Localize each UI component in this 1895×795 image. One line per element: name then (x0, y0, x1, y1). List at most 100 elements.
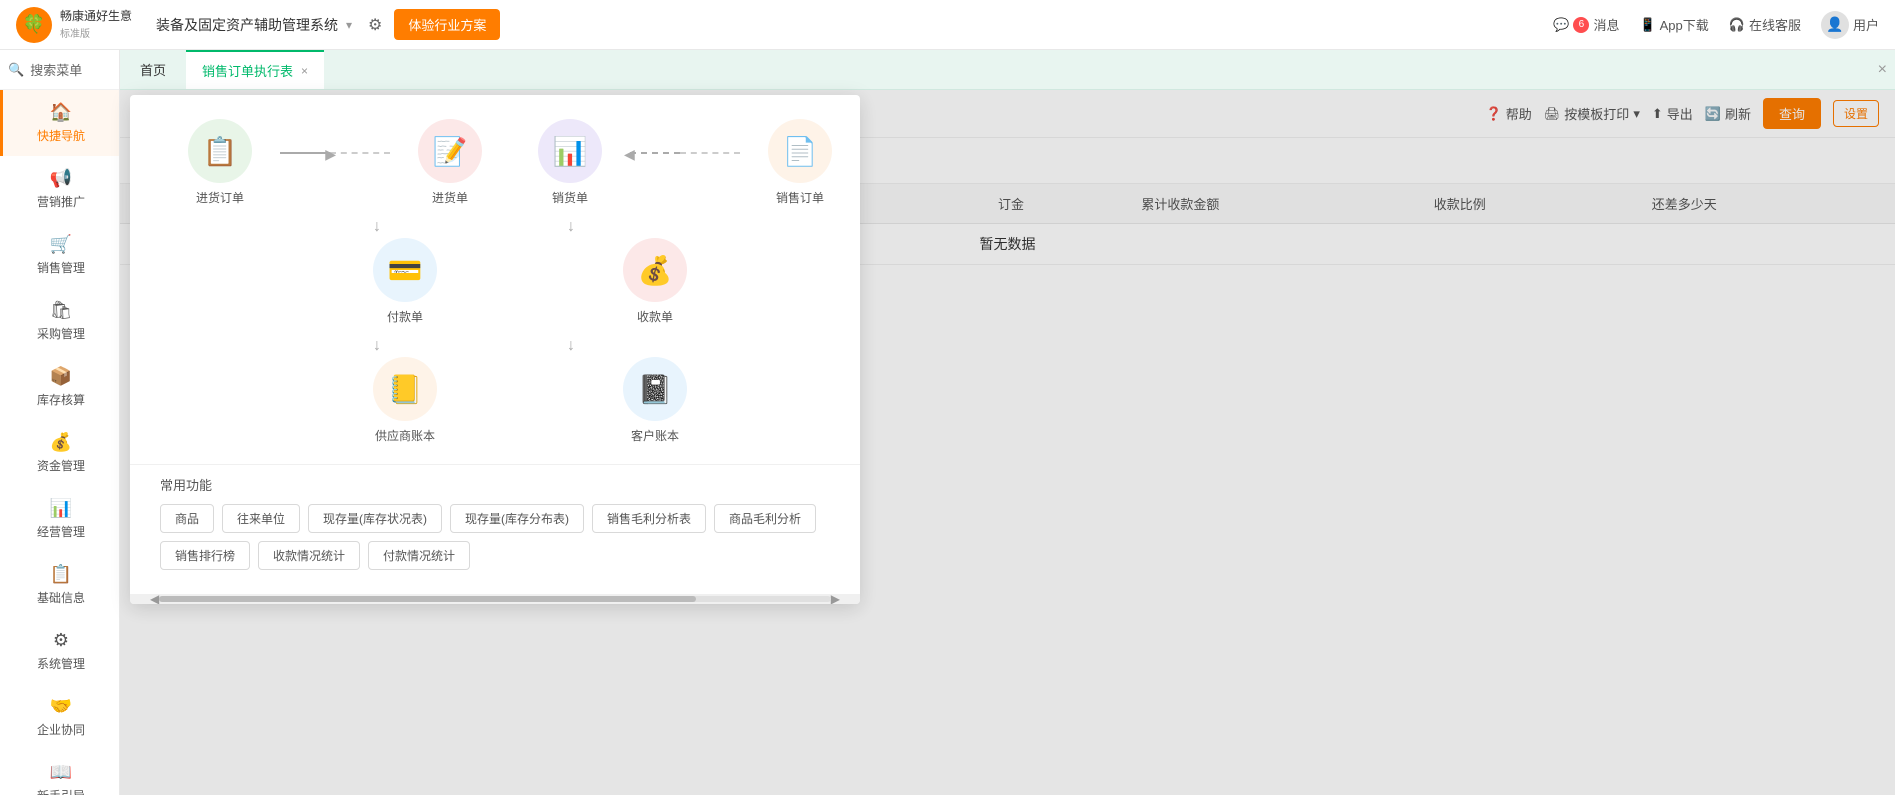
sidebar-item-inventory[interactable]: 📦 库存核算 (0, 354, 119, 420)
flow-item-receipt-bill[interactable]: 💰 收款单 (595, 238, 715, 325)
receipt-icon: 💰 (638, 254, 673, 287)
scrollbar-track[interactable] (159, 596, 831, 602)
flow-arrow-1: ▶ (280, 152, 390, 174)
sidebar-item-sales[interactable]: 🛒 销售管理 (0, 222, 119, 288)
settings-icon[interactable]: ⚙ (368, 15, 382, 35)
flow-item-sales-bill[interactable]: 📊 销货单 (510, 119, 630, 206)
app-download-label: App下载 (1660, 15, 1709, 34)
common-btn-7[interactable]: 收款情况统计 (258, 541, 360, 570)
flow-label-customer: 客户账本 (631, 427, 679, 444)
sidebar-item-enterprise[interactable]: 🤝 企业协同 (0, 684, 119, 750)
tab-sales-order[interactable]: 销售订单执行表 × (186, 50, 324, 89)
modal-scrollbar[interactable]: ◀ ▶ (130, 594, 860, 604)
down-arrow-supplier: ↓ (345, 337, 409, 355)
page-content: ❓ 帮助 🖨 按模板打印 ▾ ⬆ 导出 🔄 刷新 查询 设置 (120, 90, 1895, 795)
flow-label-supplier: 供应商账本 (375, 427, 435, 444)
sidebar-label-inventory: 库存核算 (37, 391, 85, 408)
app-download-item[interactable]: 📱 App下载 (1639, 15, 1708, 34)
search-icon: 🔍 (8, 62, 24, 78)
scroll-left-arrow[interactable]: ◀ (150, 592, 159, 604)
payment-icon: 💳 (388, 254, 423, 287)
flow-circle-customer: 📓 (623, 357, 687, 421)
system-title: 装备及固定资产辅助管理系统 (156, 15, 338, 35)
flow-item-purchase-bill[interactable]: 📝 进货单 (390, 119, 510, 206)
flow-circle-purchase-bill: 📝 (418, 119, 482, 183)
common-btn-1[interactable]: 往来单位 (222, 504, 300, 533)
enterprise-icon: 🤝 (50, 696, 72, 717)
common-btn-6[interactable]: 销售排行榜 (160, 541, 250, 570)
user-item[interactable]: 👤 用户 (1821, 11, 1879, 39)
customer-icon: 📓 (638, 373, 673, 406)
message-icon: 💬 (1553, 17, 1569, 33)
sidebar-search[interactable]: 🔍 搜索菜单 (0, 50, 119, 90)
sidebar-item-guide[interactable]: 📖 新手引导 (0, 750, 119, 795)
common-btns-row-1: 商品往来单位现存量(库存状况表) 现存量(库存分布表) 销售毛利分析表商品毛利分析销… (160, 504, 830, 570)
sidebar-item-purchase[interactable]: 🛍 采购管理 (0, 288, 119, 354)
guide-icon: 📖 (50, 762, 72, 783)
flow-label-receipt: 收款单 (637, 308, 673, 325)
sidebar-label-purchase: 采购管理 (37, 325, 85, 342)
marketing-icon: 📢 (50, 168, 72, 189)
operations-icon: 📊 (50, 498, 72, 519)
common-btn-0[interactable]: 商品 (160, 504, 214, 533)
system-title-area: 装备及固定资产辅助管理系统 ▾ ⚙ (156, 15, 382, 35)
tab-home[interactable]: 首页 (120, 50, 186, 89)
flow-circle-sales-bill: 📊 (538, 119, 602, 183)
flow-arrow-2: ◀ (630, 152, 740, 174)
sidebar-item-finance[interactable]: 💰 资金管理 (0, 420, 119, 486)
flow-item-payment-bill[interactable]: 💳 付款单 (345, 238, 465, 325)
flow-circle-payment: 💳 (373, 238, 437, 302)
message-badge: 6 (1573, 17, 1589, 33)
flow-item-customer-ledger[interactable]: 📓 客户账本 (595, 357, 715, 444)
flow-item-supplier-ledger[interactable]: 📒 供应商账本 (345, 357, 465, 444)
common-btn-4[interactable]: 销售毛利分析表 (592, 504, 706, 533)
system-icon: ⚙ (53, 630, 69, 651)
tab-close-icon[interactable]: × (301, 64, 308, 78)
close-all-button[interactable]: × (1878, 61, 1887, 79)
purchase-icon: 🛍 (50, 300, 73, 321)
down-arrow-receipt: ↓ (539, 218, 603, 236)
message-item[interactable]: 💬 6 消息 (1553, 15, 1619, 34)
sidebar-item-quick-nav[interactable]: 🏠 快捷导航 (0, 90, 119, 156)
down-arrow-payment: ↓ (345, 218, 409, 236)
user-name: 用户 (1853, 15, 1879, 34)
sidebar-item-base-info[interactable]: 📋 基础信息 (0, 552, 119, 618)
main-layout: 🔍 搜索菜单 🏠 快捷导航 📢 营销推广 🛒 销售管理 🛍 采购管理 📦 库存核… (0, 50, 1895, 795)
purchase-bill-icon: 📝 (433, 135, 468, 168)
online-service-item[interactable]: 🎧 在线客服 (1729, 15, 1801, 34)
flow-circle-purchase-order: 📋 (188, 119, 252, 183)
phone-icon: 📱 (1639, 17, 1655, 33)
system-dropdown-icon[interactable]: ▾ (346, 18, 352, 32)
purchase-order-icon: 📋 (203, 135, 238, 168)
common-btn-2[interactable]: 现存量(库存状况表) (308, 504, 442, 533)
headset-icon: 🎧 (1729, 17, 1745, 33)
trial-button[interactable]: 体验行业方案 (394, 9, 500, 40)
sidebar-item-marketing[interactable]: 📢 营销推广 (0, 156, 119, 222)
flow-item-purchase-order[interactable]: 📋 进货订单 (160, 119, 280, 206)
flow-label-sales-order: 销售订单 (776, 189, 824, 206)
scroll-right-arrow[interactable]: ▶ (831, 592, 840, 604)
common-btn-3[interactable]: 现存量(库存分布表) (450, 504, 584, 533)
flow-circle-sales-order: 📄 (768, 119, 832, 183)
sidebar-label-guide: 新手引导 (37, 787, 85, 795)
sidebar-label-system: 系统管理 (37, 655, 85, 672)
flow-row-2: 💳 付款单 💰 收款单 (160, 238, 830, 325)
flow-item-sales-order[interactable]: 📄 销售订单 (740, 119, 860, 206)
sidebar-item-operations[interactable]: 📊 经营管理 (0, 486, 119, 552)
online-service-label: 在线客服 (1749, 15, 1801, 34)
scrollbar-thumb[interactable] (159, 596, 696, 602)
flow-label-payment: 付款单 (387, 308, 423, 325)
sidebar-label-operations: 经营管理 (37, 523, 85, 540)
flow-label-purchase-bill: 进货单 (432, 189, 468, 206)
message-label: 消息 (1593, 15, 1619, 34)
flow-row-3: 📒 供应商账本 📓 客户账本 (160, 357, 830, 444)
flow-label-sales-bill: 销货单 (552, 189, 588, 206)
common-btn-8[interactable]: 付款情况统计 (368, 541, 470, 570)
flow-circle-receipt: 💰 (623, 238, 687, 302)
common-btn-5[interactable]: 商品毛利分析 (714, 504, 816, 533)
sales-order-icon: 📄 (783, 135, 818, 168)
tab-bar: 首页 销售订单执行表 × × (120, 50, 1895, 90)
sidebar-item-system[interactable]: ⚙ 系统管理 (0, 618, 119, 684)
logo-line1: 畅康通好生意 (60, 9, 132, 25)
flow-row-1: 📋 进货订单 ▶ (160, 119, 830, 206)
